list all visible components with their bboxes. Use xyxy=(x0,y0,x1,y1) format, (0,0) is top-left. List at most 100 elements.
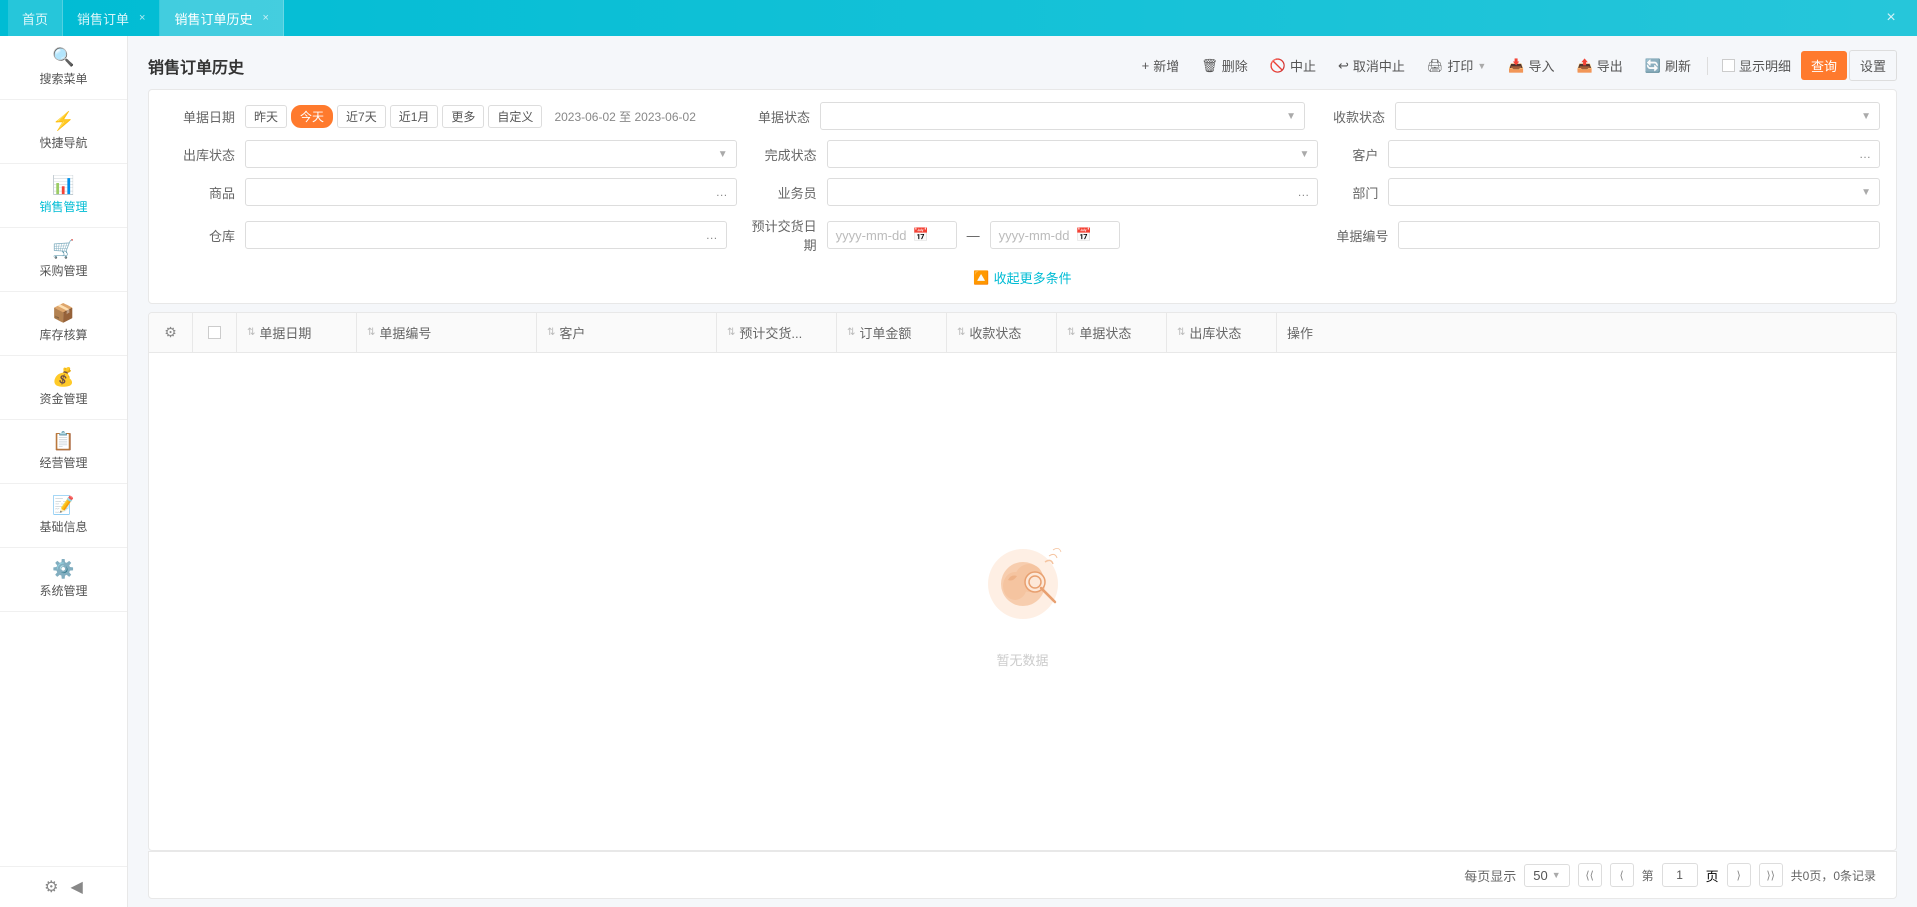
goods-select[interactable]: … xyxy=(245,178,737,206)
tab-sales-order[interactable]: 销售订单 × xyxy=(63,0,160,36)
main-layout: 🔍 搜索菜单 ⚡ 快捷导航 📊 销售管理 🛒 采购管理 📦 库存核算 💰 资金管… xyxy=(0,36,1917,907)
delete-button[interactable]: 🗑 删除 xyxy=(1191,51,1258,80)
th-out-status[interactable]: ⇅ 出库状态 xyxy=(1167,313,1277,352)
complete-status-arrow-icon: ▼ xyxy=(1299,149,1309,160)
collapse-filter-btn[interactable]: 🔼 收起更多条件 xyxy=(165,264,1880,291)
empty-illustration xyxy=(973,534,1073,634)
sidebar-item-quick-nav[interactable]: ⚡ 快捷导航 xyxy=(0,100,127,164)
th-customer-label: 客户 xyxy=(559,323,585,342)
new-button[interactable]: + 新增 xyxy=(1132,51,1190,80)
delivery-date-end[interactable]: yyyy-mm-dd 📅 xyxy=(990,221,1120,249)
delivery-date-control: yyyy-mm-dd 📅 — yyyy-mm-dd 📅 xyxy=(827,221,1309,249)
th-customer[interactable]: ⇅ 客户 xyxy=(537,313,717,352)
filter-row-1: 单据日期 昨天 今天 近7天 近1月 更多 自定义 2023-06-02 至 2… xyxy=(165,102,1880,130)
out-status-select[interactable]: ▼ xyxy=(245,140,737,168)
order-status-control: ▼ xyxy=(820,102,1305,130)
th-settings[interactable]: ⚙ xyxy=(149,313,193,352)
display-detail-checkbox[interactable] xyxy=(1722,59,1735,72)
import-button[interactable]: 📥 导入 xyxy=(1498,51,1564,80)
delivery-date-start[interactable]: yyyy-mm-dd 📅 xyxy=(827,221,957,249)
table-container: ⚙ ⇅ 单据日期 ⇅ 单据编号 ⇅ 客户 ⇅ xyxy=(148,312,1897,851)
stop-button[interactable]: 🚫 中止 xyxy=(1260,51,1326,80)
refresh-button[interactable]: 🔄 刷新 xyxy=(1635,51,1701,80)
th-date[interactable]: ⇅ 单据日期 xyxy=(237,313,357,352)
sidebar-item-operation-mgmt[interactable]: 📋 经营管理 xyxy=(0,420,127,484)
cancel-stop-button[interactable]: ↩ 取消中止 xyxy=(1328,51,1415,80)
delivery-date-end-placeholder: yyyy-mm-dd xyxy=(999,228,1070,243)
dept-select[interactable]: ▼ xyxy=(1388,178,1880,206)
tab-sales-order-close[interactable]: × xyxy=(139,12,145,24)
tab-sales-order-history-close[interactable]: × xyxy=(262,12,268,24)
sidebar-item-inventory-check[interactable]: 📦 库存核算 xyxy=(0,292,127,356)
th-order-no[interactable]: ⇅ 单据编号 xyxy=(357,313,537,352)
payment-status-select[interactable]: ▼ xyxy=(1395,102,1880,130)
date-today-btn[interactable]: 今天 xyxy=(291,105,333,128)
quick-nav-icon: ⚡ xyxy=(52,112,74,130)
tab-home-label: 首页 xyxy=(22,9,48,28)
display-detail-label: 显示明细 xyxy=(1739,56,1791,75)
prev-page-button[interactable]: ⟨ xyxy=(1610,863,1634,887)
salesman-select[interactable]: … xyxy=(827,178,1319,206)
sidebar-item-search-menu[interactable]: 🔍 搜索菜单 xyxy=(0,36,127,100)
sidebar-item-fund-mgmt[interactable]: 💰 资金管理 xyxy=(0,356,127,420)
stop-icon: 🚫 xyxy=(1270,58,1286,74)
sidebar-settings-icon[interactable]: ⚙ xyxy=(44,877,58,897)
th-order-status[interactable]: ⇅ 单据状态 xyxy=(1057,313,1167,352)
sidebar-item-sys-mgmt[interactable]: ⚙️ 系统管理 xyxy=(0,548,127,612)
page-size-select[interactable]: 50 ▼ xyxy=(1524,864,1569,887)
th-delivery[interactable]: ⇅ 预计交货... xyxy=(717,313,837,352)
complete-status-control: ▼ xyxy=(827,140,1319,168)
th-checkbox[interactable] xyxy=(193,313,237,352)
current-page-input[interactable] xyxy=(1662,863,1698,887)
sidebar-collapse-icon[interactable]: ◀ xyxy=(71,877,83,897)
query-button[interactable]: 查询 xyxy=(1801,51,1847,80)
complete-status-select[interactable]: ▼ xyxy=(827,140,1319,168)
tab-sales-order-history[interactable]: 销售订单历史 × xyxy=(160,0,283,36)
sidebar-item-fund-mgmt-label: 资金管理 xyxy=(39,390,87,407)
window-close-button[interactable]: × xyxy=(1881,8,1901,28)
table-settings-icon[interactable]: ⚙ xyxy=(164,324,177,341)
tab-home[interactable]: 首页 xyxy=(8,0,63,36)
filter-row-3: 商品 … 业务员 … 部门 xyxy=(165,178,1880,206)
th-amount[interactable]: ⇅ 订单金额 xyxy=(837,313,947,352)
print-arrow-icon: ▼ xyxy=(1477,61,1486,71)
bottom-spacer xyxy=(128,899,1917,907)
dept-control: ▼ xyxy=(1388,178,1880,206)
customer-select[interactable]: … xyxy=(1388,140,1880,168)
display-detail-toggle[interactable]: 显示明细 xyxy=(1714,51,1799,80)
th-order-no-label: 单据编号 xyxy=(379,323,431,342)
top-bar: 首页 销售订单 × 销售订单历史 × × xyxy=(0,0,1917,36)
sidebar-item-basic-info[interactable]: 📝 基础信息 xyxy=(0,484,127,548)
date-custom-btn[interactable]: 自定义 xyxy=(488,105,542,128)
settings-button[interactable]: 设置 xyxy=(1849,50,1897,81)
sidebar-item-quick-nav-label: 快捷导航 xyxy=(39,134,87,151)
print-button[interactable]: 🖨 打印 ▼ xyxy=(1417,51,1496,80)
goods-ellipsis: … xyxy=(716,185,728,199)
delivery-date-label: 预计交货日期 xyxy=(747,216,827,254)
order-status-select[interactable]: ▼ xyxy=(820,102,1305,130)
date-more-btn[interactable]: 更多 xyxy=(442,105,484,128)
empty-text: 暂无数据 xyxy=(996,650,1048,669)
first-page-button[interactable]: ⟨⟨ xyxy=(1578,863,1602,887)
calendar-end-icon: 📅 xyxy=(1075,227,1091,243)
settings-label: 设置 xyxy=(1860,56,1886,75)
sort-delivery-icon: ⇅ xyxy=(727,327,735,338)
order-no-input[interactable] xyxy=(1398,221,1880,249)
export-button[interactable]: 📤 导出 xyxy=(1567,51,1633,80)
date-yesterday-btn[interactable]: 昨天 xyxy=(245,105,287,128)
warehouse-select[interactable]: … xyxy=(245,221,727,249)
next-page-button[interactable]: ⟩ xyxy=(1727,863,1751,887)
select-all-checkbox[interactable] xyxy=(208,326,221,339)
page-header: 销售订单历史 + 新增 🗑 删除 🚫 中止 ↩ 取消中止 xyxy=(128,36,1917,89)
date-7days-btn[interactable]: 近7天 xyxy=(337,105,386,128)
sidebar-item-purchase-mgmt[interactable]: 🛒 采购管理 xyxy=(0,228,127,292)
refresh-label: 刷新 xyxy=(1665,56,1691,75)
sidebar-item-sales-mgmt[interactable]: 📊 销售管理 xyxy=(0,164,127,228)
th-pay-status[interactable]: ⇅ 收款状态 xyxy=(947,313,1057,352)
sidebar-item-purchase-mgmt-label: 采购管理 xyxy=(39,262,87,279)
last-page-button[interactable]: ⟩⟩ xyxy=(1759,863,1783,887)
table-header: ⚙ ⇅ 单据日期 ⇅ 单据编号 ⇅ 客户 ⇅ xyxy=(149,313,1896,353)
delivery-date-start-placeholder: yyyy-mm-dd xyxy=(836,228,907,243)
date-1month-btn[interactable]: 近1月 xyxy=(390,105,439,128)
delete-icon: 🗑 xyxy=(1201,58,1218,74)
